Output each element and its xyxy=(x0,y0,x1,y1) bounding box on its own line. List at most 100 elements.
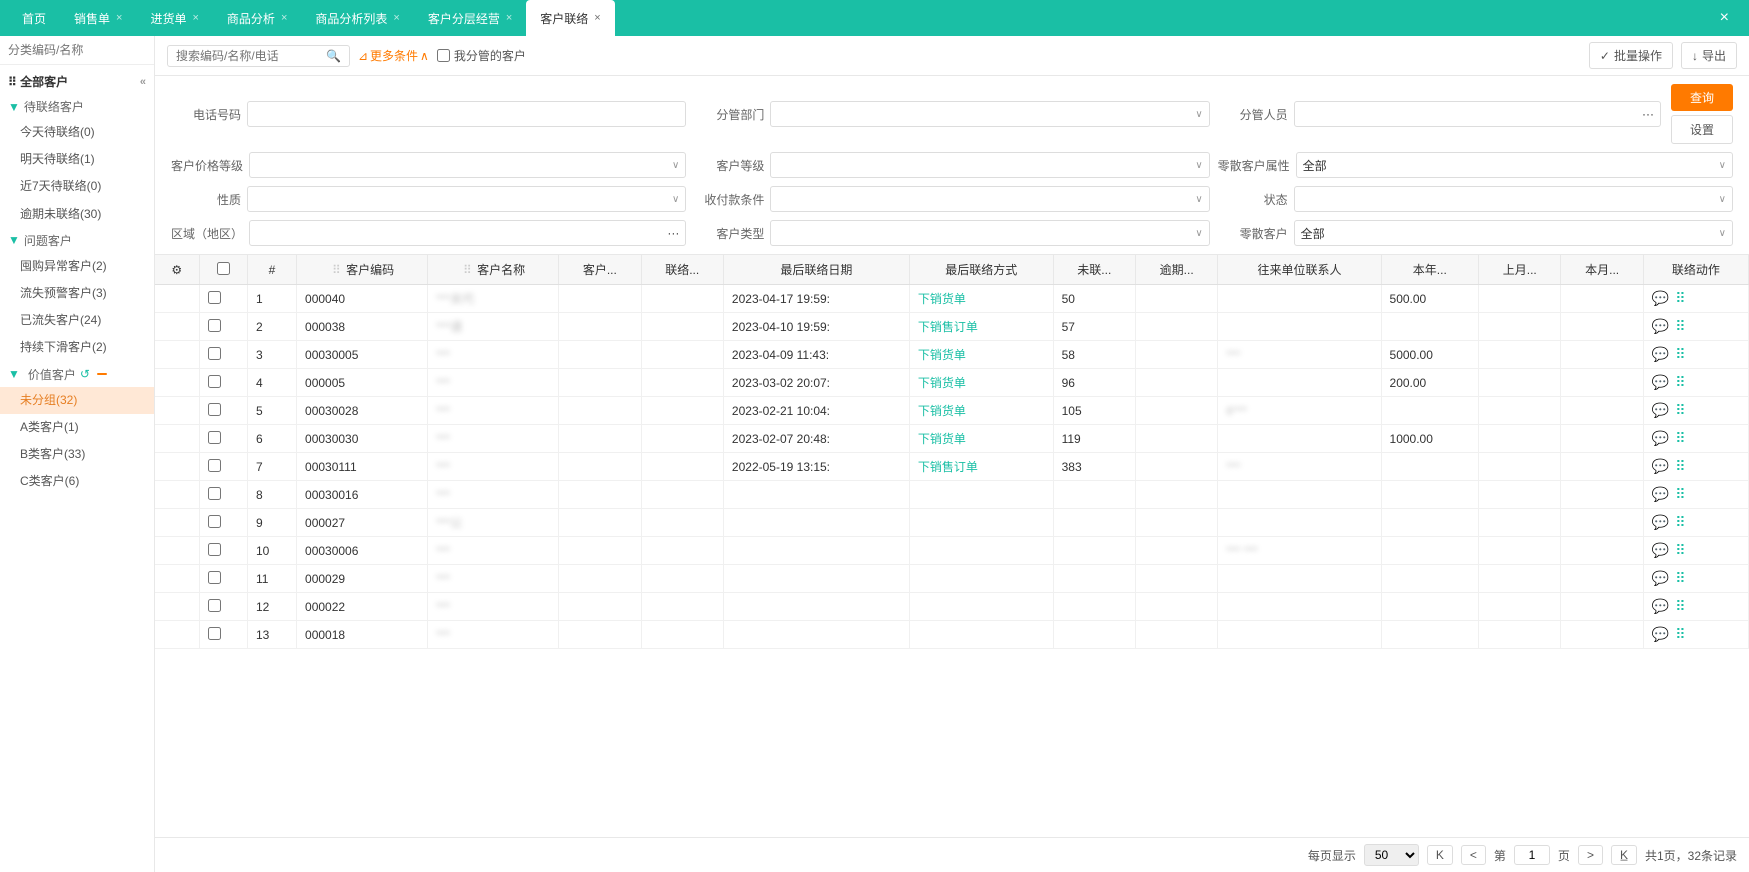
col-last-date[interactable]: 最后联络日期 xyxy=(723,255,909,285)
current-page-input[interactable] xyxy=(1514,845,1550,865)
last-way-link[interactable]: 下销货单 xyxy=(918,376,966,390)
sidebar-search-input[interactable] xyxy=(8,43,155,57)
chat-icon[interactable]: 💬 xyxy=(1652,402,1669,419)
global-close-btn[interactable]: × xyxy=(1708,9,1741,27)
nav-customer-contact-close[interactable]: × xyxy=(594,12,600,24)
col-uncontacted[interactable]: 未联... xyxy=(1053,255,1135,285)
nav-analysis[interactable]: 商品分析 × xyxy=(213,0,301,36)
sidebar-group-value[interactable]: ▼ 价值客户 ↺ xyxy=(0,362,154,387)
row-checkbox[interactable] xyxy=(208,459,221,472)
sidebar-item-classC[interactable]: C类客户(6) xyxy=(0,468,154,495)
last-way-link[interactable]: 下销货单 xyxy=(918,432,966,446)
chat-icon[interactable]: 💬 xyxy=(1652,346,1669,363)
chat-icon[interactable]: 💬 xyxy=(1652,374,1669,391)
reset-btn[interactable]: 设置 xyxy=(1671,115,1733,144)
export-btn[interactable]: ↓ 导出 xyxy=(1681,42,1737,69)
last-page-btn[interactable]: K̲ xyxy=(1611,845,1637,865)
chat-icon[interactable]: 💬 xyxy=(1652,514,1669,531)
row-checkbox[interactable] xyxy=(208,431,221,444)
grid-icon[interactable]: ⠿ xyxy=(1675,430,1685,447)
filter-payment-select[interactable]: ∨ xyxy=(770,186,1209,212)
nav-sales-close[interactable]: × xyxy=(116,12,122,24)
col-type[interactable]: 客户... xyxy=(559,255,641,285)
sidebar-item-7days[interactable]: 近7天待联络(0) xyxy=(0,173,154,200)
sidebar-all-customers[interactable]: ⠿ 全部客户 « xyxy=(0,65,154,94)
filter-scatter-select[interactable]: 全部∨ xyxy=(1294,220,1733,246)
nav-analysis-close[interactable]: × xyxy=(281,12,287,24)
first-page-btn[interactable]: K xyxy=(1427,845,1453,865)
nav-purchase-close[interactable]: × xyxy=(192,12,198,24)
filter-price-select[interactable]: ∨ xyxy=(249,152,686,178)
grid-icon[interactable]: ⠿ xyxy=(1675,626,1685,643)
filter-manager-input[interactable]: ··· xyxy=(1294,101,1661,127)
row-checkbox[interactable] xyxy=(208,319,221,332)
sidebar-item-declining[interactable]: 持续下滑客户(2) xyxy=(0,334,154,361)
grid-icon[interactable]: ⠿ xyxy=(1675,374,1685,391)
row-checkbox[interactable] xyxy=(208,543,221,556)
nav-customer-layer[interactable]: 客户分层经营 × xyxy=(414,0,526,36)
sidebar-item-churned[interactable]: 已流失客户(24) xyxy=(0,307,154,334)
query-btn[interactable]: 查询 xyxy=(1671,84,1733,111)
col-contact[interactable]: 联络... xyxy=(641,255,723,285)
chat-icon[interactable]: 💬 xyxy=(1652,626,1669,643)
col-last-month[interactable]: 上月... xyxy=(1479,255,1561,285)
chat-icon[interactable]: 💬 xyxy=(1652,570,1669,587)
row-checkbox[interactable] xyxy=(208,487,221,500)
grid-icon[interactable]: ⠿ xyxy=(1675,570,1685,587)
filter-region-input[interactable]: ··· xyxy=(249,220,686,246)
chat-icon[interactable]: 💬 xyxy=(1652,458,1669,475)
filter-status-select[interactable]: ∨ xyxy=(1294,186,1733,212)
search-input[interactable] xyxy=(176,49,326,63)
sidebar-item-tomorrow[interactable]: 明天待联络(1) xyxy=(0,146,154,173)
sidebar-item-classB[interactable]: B类客户(33) xyxy=(0,441,154,468)
filter-cust-level-select[interactable]: ∨ xyxy=(770,152,1209,178)
last-way-link[interactable]: 下销货单 xyxy=(918,292,966,306)
grid-icon[interactable]: ⠿ xyxy=(1675,486,1685,503)
more-conditions-btn[interactable]: ⊿ 更多条件 ∧ xyxy=(358,47,429,64)
grid-icon[interactable]: ⠿ xyxy=(1675,290,1685,307)
sidebar-item-today[interactable]: 今天待联络(0) xyxy=(0,119,154,146)
nav-home[interactable]: 首页 xyxy=(8,0,60,36)
nav-analysis-list-close[interactable]: × xyxy=(393,12,399,24)
sidebar-group-problem[interactable]: ▼ 问题客户 xyxy=(0,228,154,253)
row-checkbox[interactable] xyxy=(208,515,221,528)
chat-icon[interactable]: 💬 xyxy=(1652,318,1669,335)
nav-customer-layer-close[interactable]: × xyxy=(506,12,512,24)
last-way-link[interactable]: 下销货单 xyxy=(918,348,966,362)
batch-op-btn[interactable]: ✓ 批量操作 xyxy=(1589,42,1673,69)
row-checkbox[interactable] xyxy=(208,627,221,640)
last-way-link[interactable]: 下销货单 xyxy=(918,404,966,418)
grid-icon[interactable]: ⠿ xyxy=(1675,542,1685,559)
prev-page-btn[interactable]: < xyxy=(1461,845,1486,865)
nav-analysis-list[interactable]: 商品分析列表 × xyxy=(301,0,413,36)
col-this-month[interactable]: 本月... xyxy=(1561,255,1643,285)
sidebar-item-abnormal[interactable]: 囤购异常客户(2) xyxy=(0,253,154,280)
col-settings[interactable]: ⚙ xyxy=(155,255,199,285)
chat-icon[interactable]: 💬 xyxy=(1652,486,1669,503)
search-submit-icon[interactable]: 🔍 xyxy=(326,49,341,63)
sidebar-item-overdue[interactable]: 逾期未联络(30) xyxy=(0,201,154,228)
last-way-link[interactable]: 下销售订单 xyxy=(918,320,978,334)
sidebar-item-churn-warning[interactable]: 流失预警客户(3) xyxy=(0,280,154,307)
sidebar-group-pending[interactable]: ▼ 待联络客户 xyxy=(0,94,154,119)
col-this-year[interactable]: 本年... xyxy=(1381,255,1479,285)
select-all-checkbox[interactable] xyxy=(217,262,230,275)
grid-icon[interactable]: ⠿ xyxy=(1675,402,1685,419)
filter-dept-select[interactable]: ∨ xyxy=(770,101,1209,127)
filter-nature-select[interactable]: ∨ xyxy=(247,186,686,212)
nav-sales[interactable]: 销售单 × xyxy=(60,0,136,36)
next-page-btn[interactable]: > xyxy=(1578,845,1603,865)
row-checkbox[interactable] xyxy=(208,599,221,612)
chat-icon[interactable]: 💬 xyxy=(1652,542,1669,559)
nav-purchase[interactable]: 进货单 × xyxy=(136,0,212,36)
row-checkbox[interactable] xyxy=(208,375,221,388)
col-overdue[interactable]: 逾期... xyxy=(1135,255,1217,285)
page-size-select[interactable]: 50 100 200 xyxy=(1364,844,1419,866)
grid-icon[interactable]: ⠿ xyxy=(1675,458,1685,475)
nav-customer-contact[interactable]: 客户联络 × xyxy=(526,0,614,36)
chat-icon[interactable]: 💬 xyxy=(1652,430,1669,447)
sidebar-item-ungrouped[interactable]: 未分组(32) xyxy=(0,387,154,414)
row-checkbox[interactable] xyxy=(208,347,221,360)
sidebar-item-classA[interactable]: A类客户(1) xyxy=(0,414,154,441)
my-customers-checkbox[interactable] xyxy=(437,49,450,62)
